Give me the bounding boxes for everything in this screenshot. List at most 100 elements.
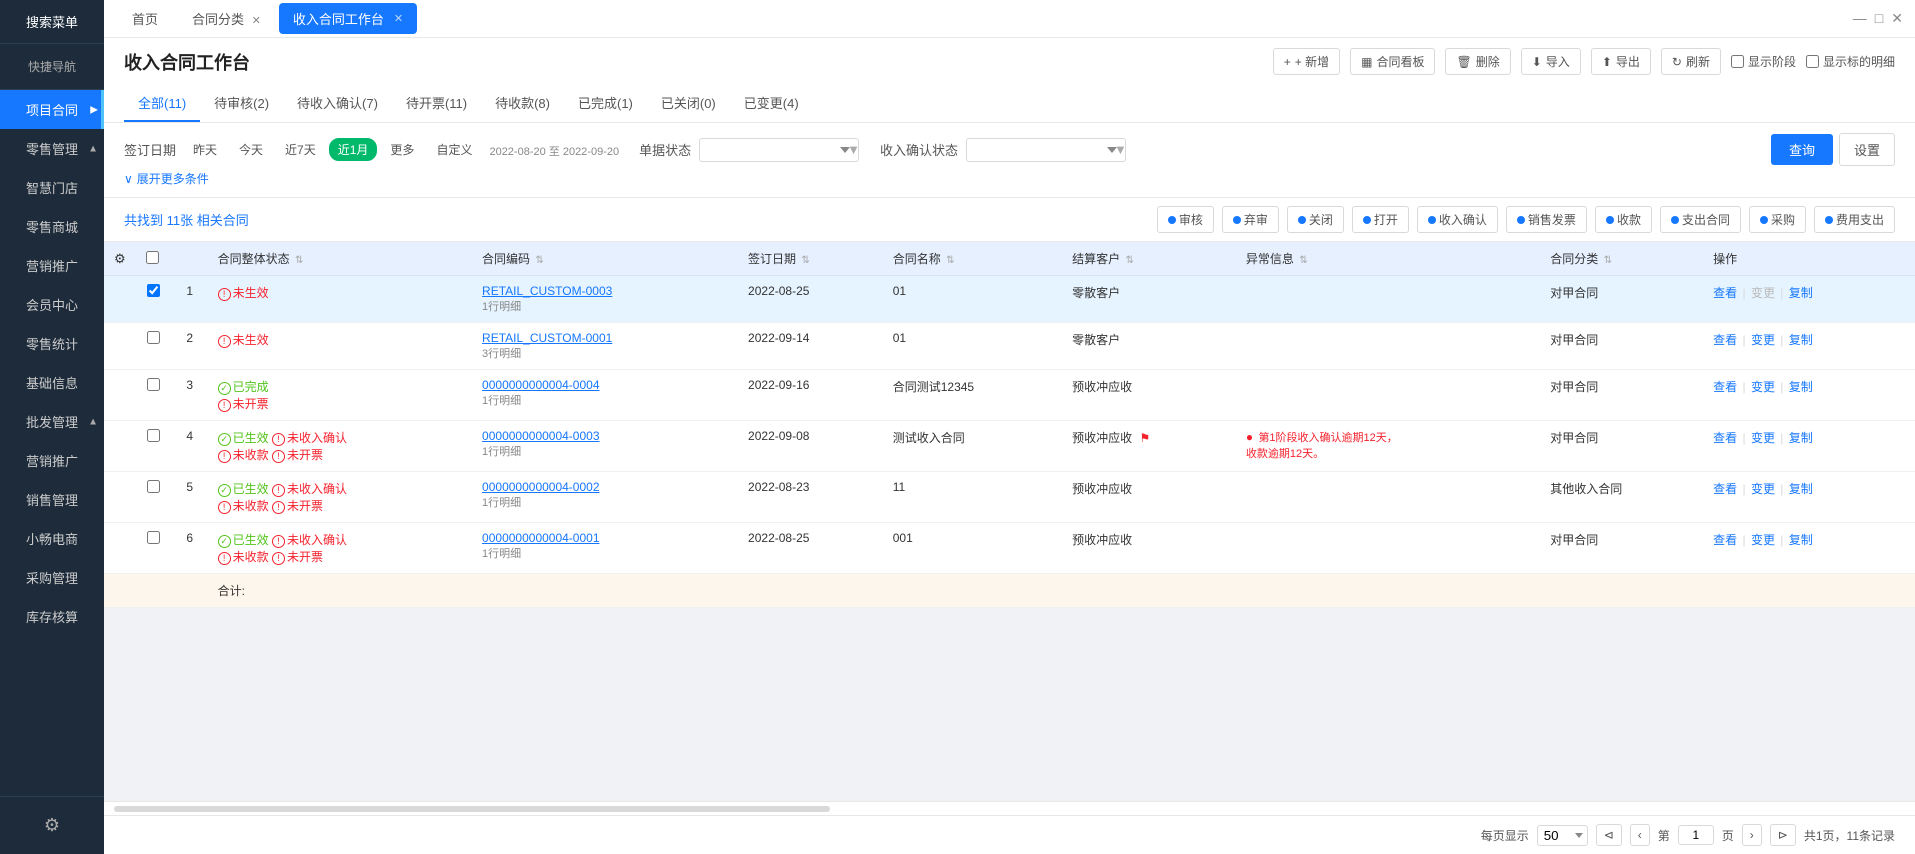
- contract-code-link[interactable]: 0000000000004-0003: [482, 429, 599, 443]
- op-change[interactable]: 变更: [1751, 380, 1775, 394]
- scrollbar-thumb[interactable]: [114, 806, 830, 812]
- sidebar-item-retail-stat[interactable]: 零售统计: [0, 324, 104, 363]
- contract-board-button[interactable]: ▦ 合同看板: [1350, 48, 1435, 75]
- show-targets-input[interactable]: [1806, 55, 1819, 68]
- col-contract-code[interactable]: 合同编码 ⇅: [472, 242, 738, 276]
- show-stages-checkbox[interactable]: 显示阶段: [1731, 53, 1796, 70]
- sidebar-item-marketing2[interactable]: 营销推广: [0, 441, 104, 480]
- sidebar-item-basic-info[interactable]: 基础信息: [0, 363, 104, 402]
- op-copy[interactable]: 复制: [1789, 333, 1813, 347]
- op-copy[interactable]: 复制: [1789, 533, 1813, 547]
- op-copy[interactable]: 复制: [1789, 482, 1813, 496]
- minimize-btn[interactable]: —: [1853, 10, 1867, 27]
- sidebar-item-inventory[interactable]: 库存核算: [0, 597, 104, 636]
- op-view[interactable]: 查看: [1713, 286, 1737, 300]
- status-tab-all[interactable]: 全部(11): [124, 85, 200, 122]
- op-change[interactable]: 变更: [1751, 533, 1775, 547]
- sidebar-item-marketing[interactable]: 营销推广: [0, 246, 104, 285]
- tab-home[interactable]: 首页: [116, 1, 174, 36]
- sidebar-item-retail-mall[interactable]: 零售商城: [0, 207, 104, 246]
- select-all-checkbox[interactable]: [146, 251, 159, 264]
- op-view[interactable]: 查看: [1713, 380, 1737, 394]
- contract-code-link[interactable]: RETAIL_CUSTOM-0001: [482, 331, 612, 345]
- date-custom[interactable]: 自定义: [427, 138, 481, 161]
- date-today[interactable]: 今天: [230, 138, 272, 161]
- sidebar-item-smart-store[interactable]: 智慧门店: [0, 168, 104, 207]
- status-tab-pending-payment[interactable]: 待收款(8): [481, 85, 564, 122]
- op-view[interactable]: 查看: [1713, 333, 1737, 347]
- maximize-btn[interactable]: □: [1875, 10, 1883, 27]
- col-error-info[interactable]: 异常信息 ⇅: [1236, 242, 1540, 276]
- col-overall-status[interactable]: 合同整体状态 ⇅: [208, 242, 472, 276]
- cell-checkbox[interactable]: [136, 421, 172, 472]
- last-page-btn[interactable]: ⊳: [1770, 824, 1796, 846]
- status-tab-closed[interactable]: 已关闭(0): [647, 85, 730, 122]
- table-scroll[interactable]: ⚙ 合同整体状态 ⇅ 合同编码 ⇅ 签订日期 ⇅ 合同名称 ⇅ 结算客户 ⇅ 异…: [104, 242, 1915, 801]
- abandon-btn[interactable]: 弃审: [1222, 206, 1279, 233]
- cell-checkbox[interactable]: [136, 472, 172, 523]
- sidebar-search[interactable]: 搜索菜单: [0, 0, 104, 44]
- op-copy[interactable]: 复制: [1789, 431, 1813, 445]
- delete-button[interactable]: 🗑 删除: [1445, 48, 1510, 75]
- row-checkbox[interactable]: [147, 378, 160, 391]
- op-view[interactable]: 查看: [1713, 482, 1737, 496]
- close-btn[interactable]: ✕: [1891, 10, 1903, 27]
- sidebar-item-ecommerce[interactable]: 小畅电商: [0, 519, 104, 558]
- col-contract-category[interactable]: 合同分类 ⇅: [1540, 242, 1703, 276]
- row-checkbox[interactable]: [147, 284, 160, 297]
- purchase-btn[interactable]: 采购: [1749, 206, 1806, 233]
- date-last7days[interactable]: 近7天: [276, 138, 325, 161]
- new-button[interactable]: + + 新增: [1273, 48, 1340, 75]
- col-contract-name[interactable]: 合同名称 ⇅: [883, 242, 1062, 276]
- setting-button[interactable]: 设置: [1839, 133, 1895, 166]
- contract-code-link[interactable]: 0000000000004-0004: [482, 378, 599, 392]
- cell-checkbox[interactable]: [136, 523, 172, 574]
- first-page-btn[interactable]: ⊲: [1596, 824, 1622, 846]
- row-checkbox[interactable]: [147, 429, 160, 442]
- review-btn[interactable]: 审核: [1157, 206, 1214, 233]
- col-settings[interactable]: ⚙: [104, 242, 136, 276]
- contract-code-link[interactable]: 0000000000004-0002: [482, 480, 599, 494]
- status-tab-pending-income-confirm[interactable]: 待收入确认(7): [283, 85, 392, 122]
- op-copy[interactable]: 复制: [1789, 286, 1813, 300]
- status-tab-pending-review[interactable]: 待审核(2): [200, 85, 283, 122]
- op-change[interactable]: 变更: [1751, 333, 1775, 347]
- contract-code-link[interactable]: RETAIL_CUSTOM-0003: [482, 284, 612, 298]
- page-number-input[interactable]: [1678, 825, 1714, 845]
- payment-out-btn[interactable]: 支出合同: [1660, 206, 1741, 233]
- import-button[interactable]: ⬇ 导入: [1521, 48, 1581, 75]
- op-view[interactable]: 查看: [1713, 431, 1737, 445]
- sales-invoice-btn[interactable]: 销售发票: [1506, 206, 1587, 233]
- tab-contract-category[interactable]: 合同分类 ✕: [176, 1, 277, 36]
- tab-close-icon[interactable]: ✕: [252, 15, 261, 27]
- date-yesterday[interactable]: 昨天: [184, 138, 226, 161]
- show-stages-input[interactable]: [1731, 55, 1744, 68]
- sidebar-item-wholesale-mgmt[interactable]: 批发管理 ▲: [0, 402, 104, 441]
- cell-checkbox[interactable]: [136, 276, 172, 323]
- op-change[interactable]: 变更: [1751, 431, 1775, 445]
- op-change[interactable]: 变更: [1751, 482, 1775, 496]
- income-confirm-select[interactable]: [966, 138, 1126, 162]
- collection-btn[interactable]: 收款: [1595, 206, 1652, 233]
- close-btn[interactable]: 关闭: [1287, 206, 1344, 233]
- sidebar-quicknav-label[interactable]: 快捷导航: [0, 52, 104, 81]
- row-checkbox[interactable]: [147, 331, 160, 344]
- date-last1month[interactable]: 近1月: [329, 138, 378, 161]
- refresh-button[interactable]: ↻ 刷新: [1661, 48, 1721, 75]
- sidebar-item-purchase[interactable]: 采购管理: [0, 558, 104, 597]
- export-button[interactable]: ⬆ 导出: [1591, 48, 1651, 75]
- doc-status-select[interactable]: [699, 138, 859, 162]
- expand-conditions-btn[interactable]: ∨ 展开更多条件: [124, 170, 1895, 187]
- open-btn[interactable]: 打开: [1352, 206, 1409, 233]
- sidebar-item-member[interactable]: 会员中心: [0, 285, 104, 324]
- sidebar-item-retail-mgmt[interactable]: 零售管理 ▲: [0, 129, 104, 168]
- show-targets-checkbox[interactable]: 显示标的明细: [1806, 53, 1895, 70]
- tab-income-workbench[interactable]: 收入合同工作台 ✕: [279, 3, 417, 34]
- cell-checkbox[interactable]: [136, 370, 172, 421]
- contract-code-link[interactable]: 0000000000004-0001: [482, 531, 599, 545]
- gear-icon[interactable]: ⚙: [0, 807, 104, 844]
- row-checkbox[interactable]: [147, 480, 160, 493]
- row-checkbox[interactable]: [147, 531, 160, 544]
- status-tab-pending-invoice[interactable]: 待开票(11): [392, 85, 481, 122]
- horizontal-scrollbar[interactable]: [104, 801, 1915, 815]
